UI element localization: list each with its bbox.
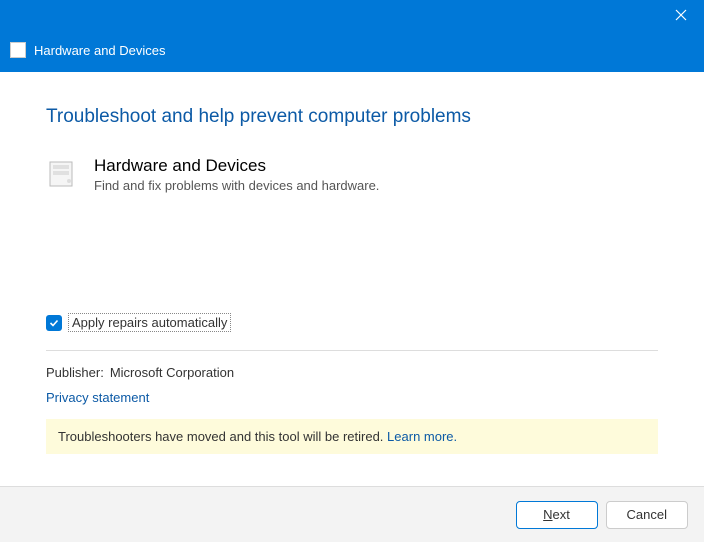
device-description: Find and fix problems with devices and h… [94,178,379,193]
device-section: Hardware and Devices Find and fix proble… [46,156,658,193]
apply-repairs-checkbox[interactable] [46,315,62,331]
window-title: Hardware and Devices [34,43,166,58]
privacy-statement-link[interactable]: Privacy statement [46,390,149,405]
page-heading: Troubleshoot and help prevent computer p… [46,106,658,128]
checkmark-icon [49,318,59,328]
content-area: Troubleshoot and help prevent computer p… [0,72,704,454]
device-title: Hardware and Devices [94,156,379,176]
retirement-notice: Troubleshooters have moved and this tool… [46,419,658,454]
publisher-value: Microsoft Corporation [110,365,234,380]
notice-text: Troubleshooters have moved and this tool… [58,429,383,444]
close-button[interactable] [658,0,704,30]
apply-repairs-label[interactable]: Apply repairs automatically [68,313,231,332]
divider [46,350,658,351]
close-icon [675,9,687,21]
app-icon [10,42,26,58]
publisher-row: Publisher: Microsoft Corporation [46,365,658,380]
next-button[interactable]: Next [516,501,598,529]
cancel-button[interactable]: Cancel [606,501,688,529]
device-icon [46,156,80,190]
titlebar: Hardware and Devices [0,0,704,72]
apply-repairs-row: Apply repairs automatically [46,313,658,332]
footer: Next Cancel [0,486,704,542]
learn-more-link[interactable]: Learn more. [387,429,457,444]
publisher-label: Publisher: [46,365,104,380]
